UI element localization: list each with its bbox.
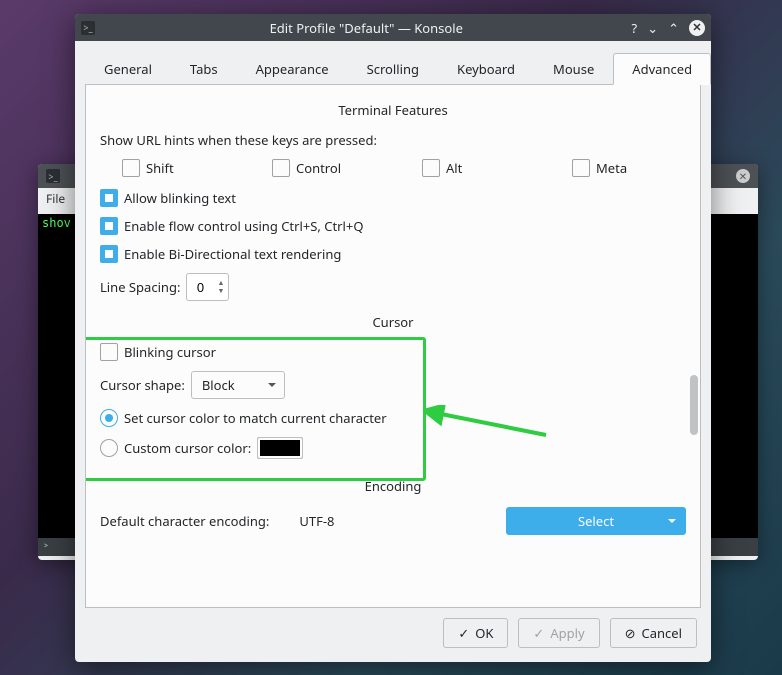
section-cursor: Cursor [100,313,686,331]
tab-appearance[interactable]: Appearance [237,53,348,84]
checkbox-flow-control[interactable] [100,217,118,235]
checkbox-bidi[interactable] [100,245,118,263]
tab-bar: General Tabs Appearance Scrolling Keyboa… [85,53,701,84]
select-encoding-button[interactable]: Select [506,507,686,535]
section-encoding: Encoding [100,477,686,495]
ok-button[interactable]: ✓ OK [443,618,508,648]
edit-profile-dialog: >_ Edit Profile "Default" — Konsole ? ⌄ … [75,14,711,662]
cancel-button[interactable]: ⊘ Cancel [610,618,697,648]
terminal-tab-icon: > [44,542,54,552]
tab-keyboard[interactable]: Keyboard [438,53,534,84]
section-terminal-features: Terminal Features [100,101,686,119]
label-line-spacing: Line Spacing: [100,278,180,296]
label-allow-blinking: Allow blinking text [124,189,236,207]
panel-scrollbar[interactable] [690,375,698,435]
dialog-titlebar[interactable]: >_ Edit Profile "Default" — Konsole ? ⌄ … [75,14,711,41]
line-spacing-input[interactable] [187,279,213,296]
cancel-button-label: Cancel [642,624,682,642]
label-custom-cursor: Custom cursor color: [124,439,251,457]
dialog-button-row: ✓ OK ✓ Apply ⊘ Cancel [75,618,711,662]
cancel-icon: ⊘ [625,624,636,642]
select-button-label: Select [578,512,614,530]
check-icon: ✓ [458,624,469,642]
checkbox-control[interactable] [272,159,290,177]
maximize-icon[interactable]: ⌃ [668,19,679,37]
checkbox-alt[interactable] [422,159,440,177]
tab-tabs[interactable]: Tabs [171,53,237,84]
chevron-down-icon[interactable]: ▼ [217,288,224,295]
label-control: Control [296,159,341,177]
checkbox-shift[interactable] [122,159,140,177]
url-hints-label-row: Show URL hints when these keys are press… [100,131,686,149]
checkbox-allow-blinking[interactable] [100,189,118,207]
label-cursor-shape: Cursor shape: [100,376,185,394]
encoding-value: UTF-8 [299,512,334,530]
label-cursor-match: Set cursor color to match current charac… [124,409,387,427]
apply-button-label: Apply [550,624,584,642]
label-meta: Meta [596,159,627,177]
label-bidi: Enable Bi-Directional text rendering [124,245,341,263]
line-spacing-spinbox[interactable]: ▲▼ [186,273,229,301]
checkbox-meta[interactable] [572,159,590,177]
terminal-prompt-text: shov [42,216,71,230]
terminal-icon: >_ [46,169,60,183]
tab-panel-advanced: Terminal Features Show URL hints when th… [85,84,701,608]
label-shift: Shift [146,159,174,177]
tab-scrolling[interactable]: Scrolling [348,53,438,84]
help-icon[interactable]: ? [632,19,638,37]
chevron-up-icon[interactable]: ▲ [217,280,224,287]
apply-button[interactable]: ✓ Apply [518,618,599,648]
label-flow-control: Enable flow control using Ctrl+S, Ctrl+Q [124,217,364,235]
label-alt: Alt [446,159,462,177]
cursor-shape-select[interactable]: Block [191,371,285,399]
label-default-encoding: Default character encoding: [100,512,269,530]
label-blinking-cursor: Blinking cursor [124,343,216,361]
spinbox-arrows[interactable]: ▲▼ [213,280,228,295]
close-icon[interactable]: ✕ [736,169,750,183]
checkbox-blinking-cursor[interactable] [100,343,118,361]
tab-mouse[interactable]: Mouse [534,53,613,84]
cursor-shape-value: Block [202,376,235,394]
check-icon: ✓ [533,624,544,642]
dialog-title: Edit Profile "Default" — Konsole [101,19,632,37]
menu-file[interactable]: File [46,190,65,207]
radio-cursor-match[interactable] [100,409,118,427]
ok-button-label: OK [475,624,493,642]
close-icon[interactable]: ✕ [689,20,705,36]
tab-general[interactable]: General [85,53,171,84]
app-icon: >_ [81,21,95,35]
radio-custom-cursor[interactable] [100,439,118,457]
url-hints-label: Show URL hints when these keys are press… [100,131,377,149]
minimize-icon[interactable]: ⌄ [647,19,658,37]
custom-cursor-color-swatch[interactable] [257,437,303,459]
url-hints-options: Shift Control Alt Meta [100,159,686,177]
tab-advanced[interactable]: Advanced [613,53,711,85]
